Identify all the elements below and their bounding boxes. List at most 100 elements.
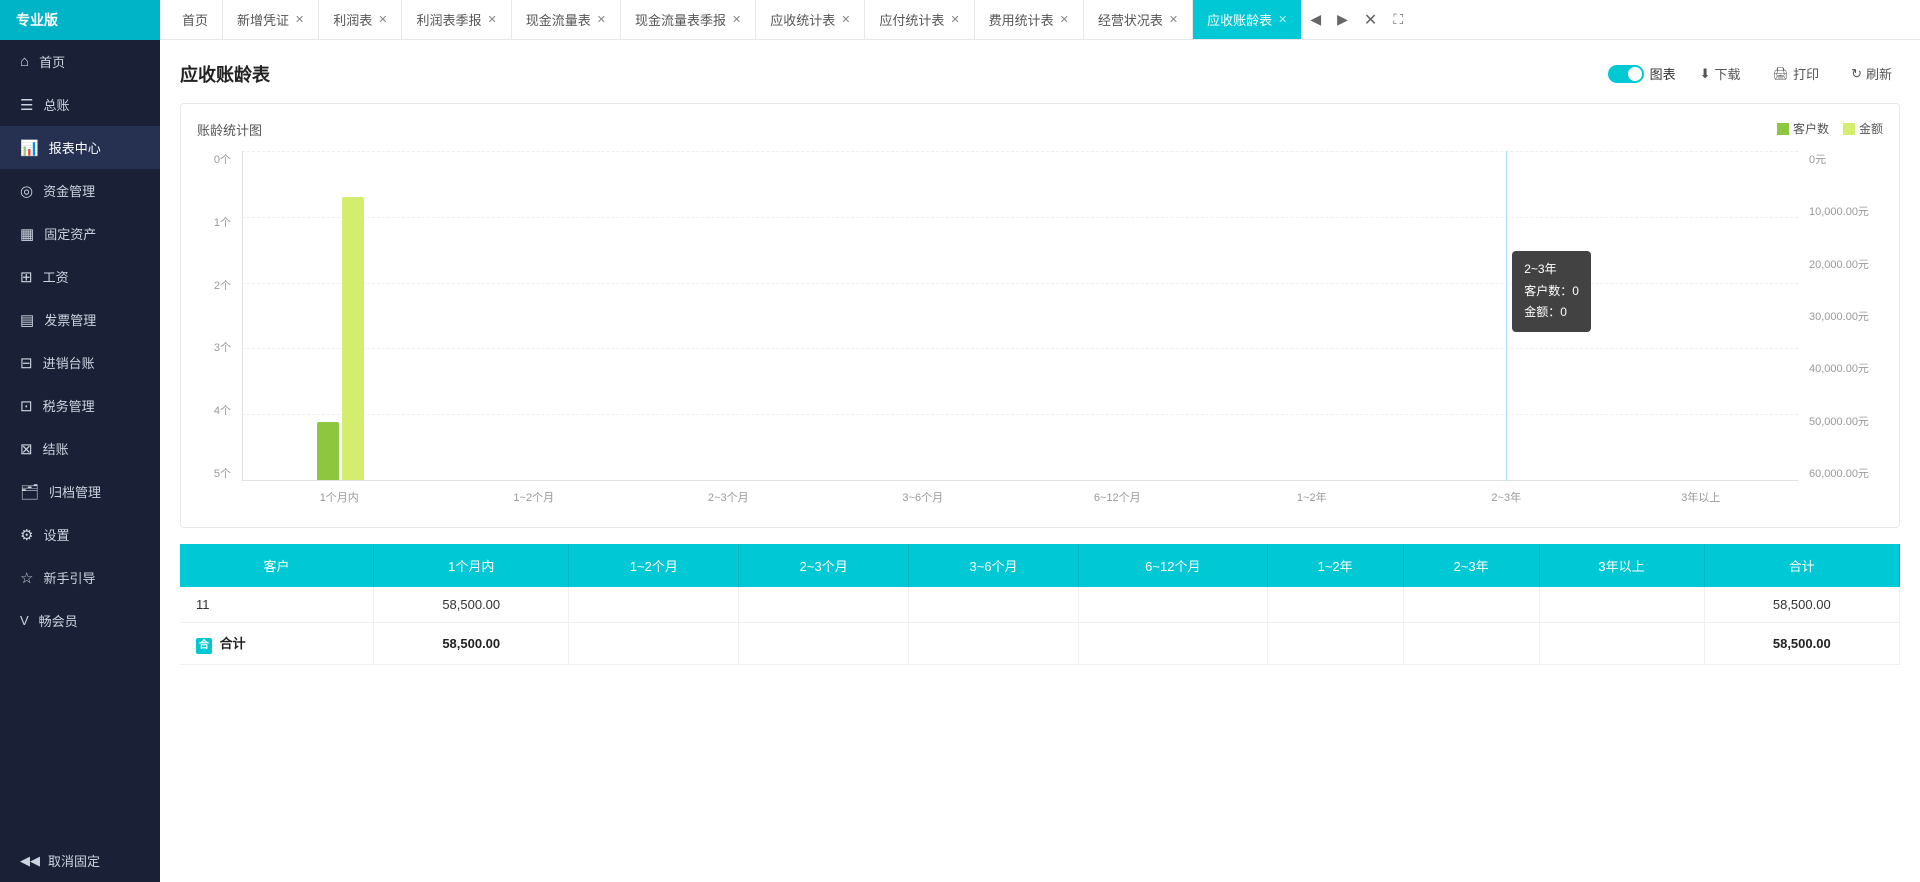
x-label-5: 1~2年 [1215, 489, 1410, 505]
tab-receivable-aging-close[interactable]: ✕ [1278, 13, 1287, 26]
tab-profit-close[interactable]: ✕ [378, 13, 387, 26]
tab-home[interactable]: 首页 [168, 0, 223, 40]
x-label-6: 2~3年 [1409, 489, 1604, 505]
row-m6-12 [1078, 587, 1267, 623]
total-m1-2 [569, 623, 739, 665]
sidebar-item-salary[interactable]: ⊞ 工资 [0, 255, 160, 298]
sidebar-label-archive: 归档管理 [49, 482, 101, 501]
tab-cashflow-quarterly-close[interactable]: ✕ [732, 13, 741, 26]
sidebar-item-settings[interactable]: ⚙ 设置 [0, 513, 160, 556]
tab-scroll-left[interactable]: ◀ [1302, 11, 1329, 28]
tab-cashflow-quarterly-label: 现金流量表季报 [635, 10, 726, 29]
sidebar-item-home[interactable]: ⌂ 首页 [0, 40, 160, 83]
y-left-0: 0个 [214, 151, 231, 167]
toggle-label: 图表 [1650, 64, 1676, 83]
refresh-button[interactable]: ↻ 刷新 [1843, 60, 1900, 87]
y-right-20000: 20,000.00元 [1809, 256, 1869, 272]
sidebar-item-guide[interactable]: ☆ 新手引导 [0, 556, 160, 599]
sidebar-item-checkout[interactable]: ⊠ 结账 [0, 427, 160, 470]
x-labels: 1个月内 1~2个月 2~3个月 3~6个月 6~12个月 1~2年 2~3年 … [242, 483, 1798, 511]
sidebar-item-assets[interactable]: ▦ 固定资产 [0, 212, 160, 255]
tab-expense-stats-close[interactable]: ✕ [1060, 13, 1069, 26]
y-left-1: 1个 [214, 214, 231, 230]
row-y3plus [1539, 587, 1704, 623]
th-total: 合计 [1704, 544, 1899, 587]
tab-receivable-stats-close[interactable]: ✕ [841, 13, 850, 26]
reports-icon: 📊 [20, 139, 39, 157]
sidebar-item-archive[interactable]: 🗂 归档管理 [0, 470, 160, 513]
tab-receivable-aging-label: 应收账龄表 [1207, 10, 1272, 29]
tab-cashflow-close[interactable]: ✕ [597, 13, 606, 26]
bar-group-1 [437, 151, 631, 480]
sidebar-item-reports[interactable]: 📊 报表中心 [0, 126, 160, 169]
tab-profit-label: 利润表 [333, 10, 372, 29]
chart-area [242, 151, 1798, 481]
tab-operation[interactable]: 经营状况表 ✕ [1084, 0, 1193, 40]
tab-payable-stats[interactable]: 应付统计表 ✕ [865, 0, 974, 40]
x-label-7: 3年以上 [1604, 489, 1799, 505]
sidebar-label-invoice: 发票管理 [44, 310, 96, 329]
print-button[interactable]: 🖨 打印 [1765, 60, 1828, 87]
settings-icon: ⚙ [20, 526, 33, 544]
x-label-3: 3~6个月 [826, 489, 1021, 505]
home-icon: ⌂ [20, 53, 29, 70]
app-logo: 专业版 [0, 0, 160, 40]
tab-close-all[interactable]: ✕ [1356, 10, 1385, 30]
tab-cashflow[interactable]: 现金流量表 ✕ [512, 0, 621, 40]
total-m6-12 [1078, 623, 1267, 665]
total-row: 合 合计 58,500.00 58,500.00 [180, 623, 1900, 665]
y-axis-left: 5个 4个 3个 2个 1个 0个 [197, 151, 237, 481]
sidebar-label-salary: 工资 [43, 267, 69, 286]
y-left-2: 2个 [214, 277, 231, 293]
sidebar-label-settings: 设置 [43, 525, 69, 544]
assets-icon: ▦ [20, 225, 34, 243]
page-title: 应收账龄表 [180, 61, 270, 87]
th-m1: 1个月内 [374, 544, 569, 587]
page-actions: 图表 ⬇ 下载 🖨 打印 ↻ 刷新 [1608, 60, 1900, 87]
bar-group-2 [632, 151, 826, 480]
legend-customer-dot [1777, 123, 1789, 135]
tab-receivable-aging[interactable]: 应收账龄表 ✕ [1193, 0, 1302, 40]
toggle-track[interactable] [1608, 65, 1644, 83]
page-area: 应收账龄表 图表 ⬇ 下载 🖨 打印 ↻ 刷新 [160, 40, 1920, 882]
tab-profit-quarterly[interactable]: 利润表季报 ✕ [402, 0, 511, 40]
sidebar-item-tax[interactable]: ⊡ 税务管理 [0, 384, 160, 427]
tab-cashflow-label: 现金流量表 [526, 10, 591, 29]
y-left-4: 4个 [214, 402, 231, 418]
tab-scroll-right[interactable]: ▶ [1329, 11, 1356, 28]
th-y3plus: 3年以上 [1539, 544, 1704, 587]
tab-payable-stats-label: 应付统计表 [879, 10, 944, 29]
tab-voucher[interactable]: 新增凭证 ✕ [223, 0, 319, 40]
tab-cashflow-quarterly[interactable]: 现金流量表季报 ✕ [621, 0, 756, 40]
sidebar-item-vip[interactable]: V 畅会员 [0, 599, 160, 642]
tab-operation-close[interactable]: ✕ [1169, 13, 1178, 26]
th-m3-6: 3~6个月 [909, 544, 1079, 587]
data-table: 客户 1个月内 1~2个月 2~3个月 3~6个月 6~12个月 1~2年 2~… [180, 544, 1900, 665]
tab-expense-stats-label: 费用统计表 [989, 10, 1054, 29]
total-m3-6 [909, 623, 1079, 665]
page-header: 应收账龄表 图表 ⬇ 下载 🖨 打印 ↻ 刷新 [180, 60, 1900, 87]
sidebar-item-funds[interactable]: ◎ 资金管理 [0, 169, 160, 212]
y-left-3: 3个 [214, 339, 231, 355]
download-button[interactable]: ⬇ 下载 [1692, 60, 1749, 87]
bar-customer-0 [317, 422, 339, 480]
tab-profit[interactable]: 利润表 ✕ [319, 0, 402, 40]
th-customer: 客户 [180, 544, 374, 587]
legend-customer-label: 客户数 [1793, 120, 1829, 137]
sidebar-item-ledger[interactable]: ☰ 总账 [0, 83, 160, 126]
tab-profit-quarterly-close[interactable]: ✕ [488, 13, 497, 26]
sidebar-item-stockbook[interactable]: ⊟ 进销台账 [0, 341, 160, 384]
sidebar-item-invoice[interactable]: ▤ 发票管理 [0, 298, 160, 341]
tax-icon: ⊡ [20, 397, 33, 415]
invoice-icon: ▤ [20, 311, 34, 329]
sidebar-label-funds: 资金管理 [43, 181, 95, 200]
sidebar-collapse-btn[interactable]: ◀◀ 取消固定 [0, 839, 160, 882]
chart-toggle[interactable]: 图表 [1608, 64, 1676, 83]
tab-voucher-close[interactable]: ✕ [295, 13, 304, 26]
chart-body: 5个 4个 3个 2个 1个 0个 [197, 151, 1883, 511]
tab-expand[interactable]: ⛶ [1385, 11, 1411, 28]
checkout-icon: ⊠ [20, 440, 33, 458]
tab-receivable-stats[interactable]: 应收统计表 ✕ [756, 0, 865, 40]
tab-expense-stats[interactable]: 费用统计表 ✕ [975, 0, 1084, 40]
tab-payable-stats-close[interactable]: ✕ [950, 13, 959, 26]
